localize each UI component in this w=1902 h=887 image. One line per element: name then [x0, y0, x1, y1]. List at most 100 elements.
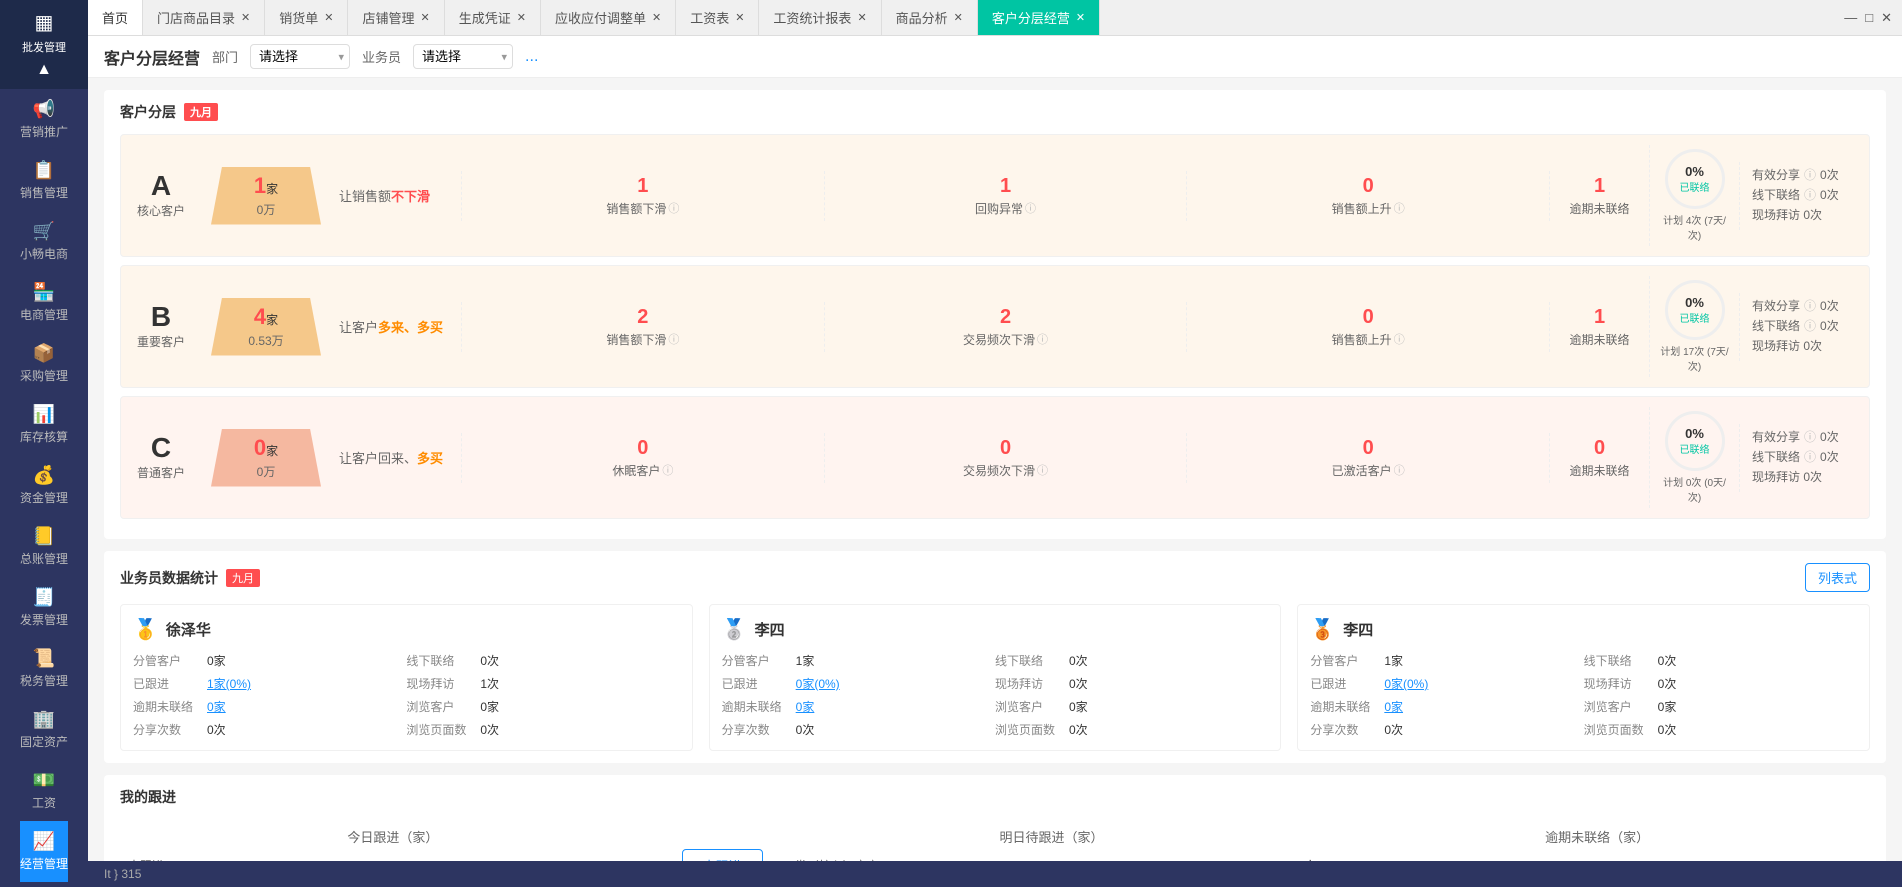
tab-close-xiaohuo[interactable]: ✕: [324, 11, 333, 24]
list-view-button[interactable]: 列表式: [1805, 563, 1870, 592]
staff-stat-staff3-4: 逾期未联络 0家: [1310, 698, 1583, 715]
tab-label-kehu: 客户分层经营: [992, 8, 1070, 27]
staff-stat-staff1-2: 已跟进 1家(0%): [133, 675, 406, 692]
bottom-hint-bar: It } 315: [88, 861, 1902, 887]
tier-C-stat-0: 0 休眠客户 ⓘ: [461, 433, 824, 483]
sidebar-item-gongzi[interactable]: 💵工资: [20, 760, 68, 821]
tab-tongji[interactable]: 工资统计报表✕: [759, 0, 881, 35]
staff-stat-staff2-5: 浏览客户 0家: [995, 698, 1268, 715]
tier-C-action: 让客户回来、多买: [331, 448, 461, 467]
tier-C-contact: 0 逾期未联络: [1549, 433, 1649, 483]
staff-name-staff1: 🥇 徐泽华: [133, 617, 680, 642]
gongzi-icon: 💵: [33, 770, 55, 791]
sidebar-label-shuiwu: 税务管理: [20, 672, 68, 689]
more-options-button[interactable]: ...: [525, 48, 538, 66]
tab-label-dianpu: 店铺管理: [362, 8, 414, 27]
main-area: 首页门店商品目录✕销货单✕店铺管理✕生成凭证✕应收应付调整单✕工资表✕工资统计报…: [88, 0, 1902, 887]
staff-stat-staff1-0: 分管客户 0家: [133, 652, 406, 669]
sidebar-logo: ▦ 批发管理 ▲: [0, 0, 88, 89]
sidebar-item-fapiao[interactable]: 🧾发票管理: [20, 577, 68, 638]
sidebar-item-kucun[interactable]: 📊 库存核算: [20, 394, 68, 455]
tab-shangpin[interactable]: 商品分析✕: [882, 0, 978, 35]
window-maximize-icon[interactable]: □: [1865, 10, 1873, 25]
tab-close-dianpu[interactable]: ✕: [421, 11, 430, 24]
staff-stat-staff3-6: 分享次数 0次: [1310, 721, 1583, 738]
sidebar-item-gudingzichan[interactable]: 🏢固定资产: [20, 699, 68, 760]
bottom-hint-text: It } 315: [104, 867, 141, 881]
goto-followup-button[interactable]: 去跟进: [682, 849, 763, 861]
followup-section: 我的跟进 今日跟进（家） 未跟进 已联络 未联络 工厂出差1: [104, 775, 1886, 861]
tab-close-kehu[interactable]: ✕: [1076, 11, 1085, 24]
tier-B-circle: 0% 已联络 计划 17次 (7天/次): [1649, 276, 1739, 377]
customer-month-badge: 九月: [184, 103, 218, 121]
overdue-followup-title: 逾期未联络（家）: [1332, 827, 1862, 846]
tab-dianpu[interactable]: 店铺管理 ✕: [348, 0, 444, 35]
tab-menchan[interactable]: 门店商品目录✕: [143, 0, 265, 35]
caigou-icon: 📦: [33, 343, 55, 364]
sidebar-item-caigou[interactable]: 📦采购管理: [20, 333, 68, 394]
sidebar-item-yingxiao[interactable]: 📢营销推广: [20, 89, 68, 150]
tab-gongzibiao[interactable]: 工资表✕: [676, 0, 759, 35]
tier-C-stat-1: 0 交易频次下滑 ⓘ: [824, 433, 1187, 483]
tier-C-circle: 0% 已联络 计划 0次 (0天/次): [1649, 407, 1739, 508]
staff-name-staff2: 🥈 李四: [722, 617, 1269, 642]
staff-stat-staff1-1: 线下联络 0次: [406, 652, 679, 669]
tier-B-stats: 2 销售额下滑 ⓘ 2 交易频次下滑 ⓘ 0 销售额上升 ⓘ: [461, 302, 1549, 352]
staff-section-title: 业务员数据统计: [120, 568, 218, 588]
staff-card-staff3: 🥉 李四 分管客户 1家 线下联络 0次 已跟进 0家(0%) 现场拜访 0次 …: [1297, 604, 1870, 751]
sidebar-item-jichu[interactable]: 🗂基础信息: [20, 882, 68, 887]
staff-stat-staff2-0: 分管客户 1家: [722, 652, 995, 669]
jingying-icon: 📈: [33, 831, 55, 852]
staff-card-staff1: 🥇 徐泽华 分管客户 0家 线下联络 0次 已跟进 1家(0%) 现场拜访 1次…: [120, 604, 693, 751]
shuiwu-icon: 📜: [33, 648, 55, 669]
staff-name-staff3: 🥉 李四: [1310, 617, 1857, 642]
staff-stat-staff2-6: 分享次数 0次: [722, 721, 995, 738]
tier-C-label: C 普通客户: [121, 434, 201, 481]
window-minimize-icon[interactable]: —: [1844, 10, 1857, 25]
sidebar-item-jingying[interactable]: 📈经营管理: [20, 821, 68, 882]
tab-close-tongji[interactable]: ✕: [857, 11, 866, 24]
staff-select[interactable]: 请选择: [413, 44, 513, 69]
tab-kehu[interactable]: 客户分层经营 ✕: [978, 0, 1100, 35]
page-header: 客户分层经营 部门 请选择 业务员 请选择 ...: [88, 36, 1902, 78]
sidebar-label-kucun: 库存核算: [20, 428, 68, 445]
dept-select[interactable]: 请选择: [250, 44, 350, 69]
sidebar-item-dianshang[interactable]: 🏪电商管理: [20, 272, 68, 333]
sidebar-item-xiaodian[interactable]: 🛒小畅电商: [20, 211, 68, 272]
sidebar-label-xiaodian: 小畅电商: [20, 245, 68, 262]
staff-stat-staff1-6: 分享次数 0次: [133, 721, 406, 738]
tab-label-pingzheng: 生成凭证: [459, 8, 511, 27]
kucun-icon: 📊: [33, 404, 55, 425]
sidebar-item-zhangzhang[interactable]: 📒总账管理: [20, 516, 68, 577]
tab-label-home: 首页: [102, 8, 128, 27]
tab-close-pingzheng[interactable]: ✕: [517, 11, 526, 24]
tier-B-label: B 重要客户: [121, 303, 201, 350]
tab-pingzheng[interactable]: 生成凭证 ✕: [445, 0, 541, 35]
sidebar-item-xiaoshou[interactable]: 📋销售管理: [20, 150, 68, 211]
sidebar-item-zijin[interactable]: 💰资金管理: [20, 455, 68, 516]
fapiao-icon: 🧾: [33, 587, 55, 608]
tab-close-menchan[interactable]: ✕: [241, 11, 250, 24]
tab-close-shangpin[interactable]: ✕: [954, 11, 963, 24]
tab-yingshou[interactable]: 应收应付调整单 ✕: [541, 0, 676, 35]
staff-name-text-staff3: 李四: [1343, 619, 1373, 640]
gudingzichan-icon: 🏢: [33, 709, 55, 730]
tab-close-gongzibiao[interactable]: ✕: [735, 11, 744, 24]
staff-name-text-staff1: 徐泽华: [166, 619, 211, 640]
staff-select-wrapper: 请选择: [413, 44, 513, 69]
tier-C-stat-2: 0 已激活客户 ⓘ: [1186, 433, 1549, 483]
tab-bar-actions[interactable]: — □ ✕: [1834, 10, 1902, 26]
tab-close-yingshou[interactable]: ✕: [652, 11, 661, 24]
tier-A-circle: 0% 已联络 计划 4次 (7天/次): [1649, 145, 1739, 246]
tab-bar: 首页门店商品目录✕销货单✕店铺管理✕生成凭证✕应收应付调整单✕工资表✕工资统计报…: [88, 0, 1902, 36]
page-title: 客户分层经营: [104, 45, 200, 69]
tab-label-yingshou: 应收应付调整单: [555, 8, 646, 27]
tab-home[interactable]: 首页: [88, 0, 143, 35]
tier-A-right-stats: 有效分享 ⓘ 0次 线下联络 ⓘ 0次 现场拜访 0次: [1739, 162, 1869, 230]
staff-medal-staff1: 🥇: [133, 617, 158, 642]
window-close-icon[interactable]: ✕: [1881, 10, 1892, 26]
tab-xiaohuo[interactable]: 销货单✕: [265, 0, 348, 35]
tier-B-action: 让客户多来、多买: [331, 317, 461, 336]
sidebar-item-shuiwu[interactable]: 📜 税务管理: [20, 638, 68, 699]
tier-A-contact: 1 逾期未联络: [1549, 171, 1649, 221]
